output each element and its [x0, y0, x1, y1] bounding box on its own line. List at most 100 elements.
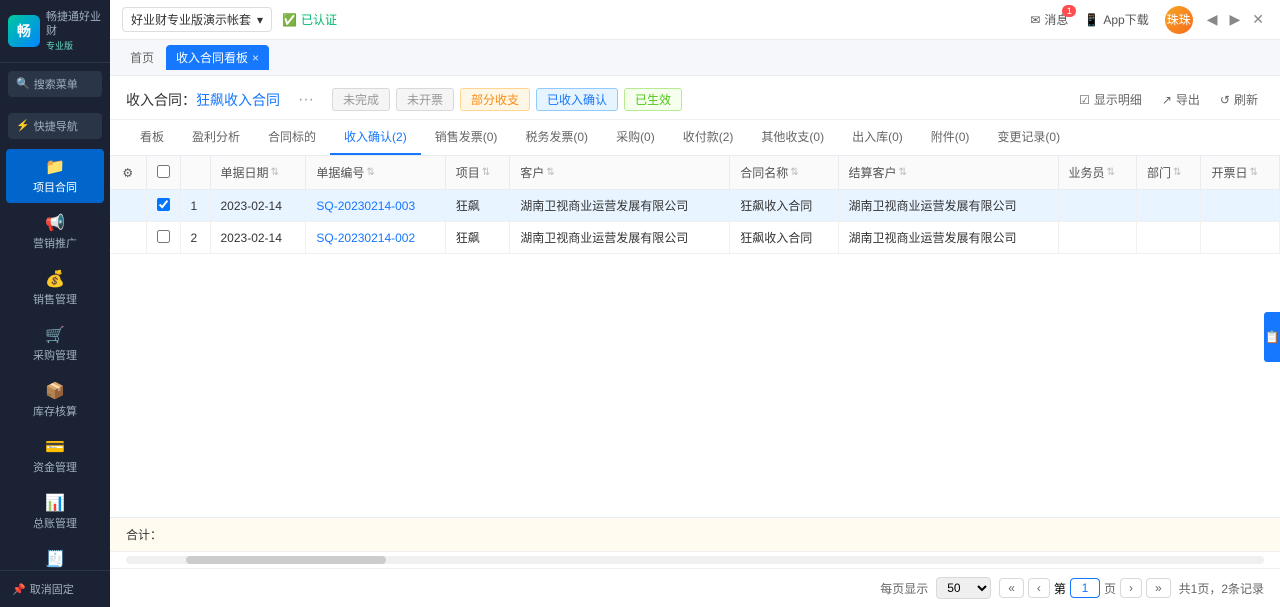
settings-icon[interactable]: ⚙ [122, 166, 133, 180]
col-department-label: 部门 [1147, 164, 1171, 181]
horizontal-scrollbar[interactable] [110, 551, 1280, 568]
col-settlement-customer[interactable]: 结算客户⇅ [838, 156, 1058, 190]
col-customer[interactable]: 客户⇅ [510, 156, 730, 190]
row-doc-no-link-1[interactable]: SQ-20230214-002 [316, 231, 415, 245]
pagination-nav: « ‹ 第 1 页 › » [999, 578, 1170, 598]
action-export[interactable]: ↗导出 [1156, 89, 1206, 110]
action-show-detail[interactable]: ☑显示明细 [1073, 89, 1148, 110]
col-contract-name[interactable]: 合同名称⇅ [730, 156, 838, 190]
row-check-0[interactable] [157, 198, 170, 211]
row-doc-no-1[interactable]: SQ-20230214-002 [306, 222, 445, 254]
subtab-kanban[interactable]: 看板 [126, 120, 178, 155]
col-date-label: 单据日期 [221, 164, 269, 181]
app-download-button[interactable]: 📱 App下载 [1084, 11, 1148, 28]
subtab-other-income[interactable]: 其他收支(0) [747, 120, 838, 155]
row-check-1[interactable] [157, 230, 170, 243]
status-tag-3[interactable]: 已收入确认 [536, 88, 618, 111]
col-department[interactable]: 部门⇅ [1136, 156, 1200, 190]
quick-nav-icon: ⚡ [16, 119, 30, 132]
subtab-attachment[interactable]: 附件(0) [917, 120, 984, 155]
right-panel-toggle[interactable]: 📋 [1264, 312, 1280, 362]
row-no-0: 1 [180, 190, 210, 222]
col-settings[interactable]: ⚙ [110, 156, 146, 190]
sidebar-icon-marketing: 📢 [45, 213, 65, 233]
tab-home[interactable]: 首页 [122, 45, 162, 70]
col-checkbox [146, 156, 180, 190]
col-open-date[interactable]: 开票日⇅ [1201, 156, 1280, 190]
sort-icon: ⇅ [1249, 167, 1257, 178]
search-menu-button[interactable]: 🔍 搜索菜单 [8, 71, 102, 97]
row-opendate-0 [1201, 190, 1280, 222]
logo-badge: 专业版 [46, 39, 102, 52]
sort-icon: ⇅ [1173, 167, 1181, 178]
prev-page-button[interactable]: ‹ [1028, 578, 1050, 598]
subtab-profit[interactable]: 盈利分析 [178, 120, 254, 155]
sidebar-item-purchase[interactable]: 🛒采购管理 [6, 317, 104, 371]
last-page-button[interactable]: » [1146, 578, 1171, 598]
subtab-change-log[interactable]: 变更记录(0) [983, 120, 1074, 155]
sidebar-label-general: 总账管理 [33, 515, 77, 531]
row-settings-1[interactable] [110, 222, 146, 254]
subtab-contract-std[interactable]: 合同标的 [254, 120, 330, 155]
col-date[interactable]: 单据日期⇅ [210, 156, 306, 190]
status-tags: 未完成未开票部分收支已收入确认已生效 [332, 88, 682, 111]
subtab-warehouse[interactable]: 出入库(0) [838, 120, 917, 155]
table-row[interactable]: 1 2023-02-14 SQ-20230214-003 狂飙 湖南卫视商业运营… [110, 190, 1280, 222]
tab-income-board[interactable]: 收入合同看板 × [166, 45, 269, 70]
sidebar-item-inventory[interactable]: 📦库存核算 [6, 373, 104, 427]
company-selector[interactable]: 好业财专业版演示帐套 ▾ [122, 7, 272, 32]
col-salesperson[interactable]: 业务员⇅ [1058, 156, 1136, 190]
next-page-button[interactable]: › [1120, 578, 1142, 598]
row-checkbox-1[interactable] [146, 222, 180, 254]
action-refresh[interactable]: ↺刷新 [1214, 89, 1264, 110]
quick-nav-button[interactable]: ⚡ 快捷导航 [8, 113, 102, 139]
sort-icon: ⇅ [790, 167, 798, 178]
status-tag-4[interactable]: 已生效 [624, 88, 682, 111]
message-button[interactable]: ✉ 消息 1 [1030, 11, 1068, 28]
subtabs: 看板盈利分析合同标的收入确认(2)销售发票(0)税务发票(0)采购(0)收付款(… [110, 120, 1280, 156]
nav-back-button[interactable]: ◀ [1203, 9, 1222, 30]
subtab-payment[interactable]: 收付款(2) [669, 120, 748, 155]
subtab-income-confirm[interactable]: 收入确认(2) [330, 120, 421, 155]
subtab-tax-invoice[interactable]: 税务发票(0) [511, 120, 602, 155]
first-page-button[interactable]: « [999, 578, 1024, 598]
per-page-select[interactable]: 50 20 100 [936, 577, 991, 599]
table-container: ⚙ 单据日期⇅ 单据编号⇅ 项目⇅ [110, 156, 1280, 517]
subtab-sales-invoice[interactable]: 销售发票(0) [421, 120, 512, 155]
row-doc-no-link-0[interactable]: SQ-20230214-003 [316, 199, 415, 213]
col-doc-no[interactable]: 单据编号⇅ [306, 156, 445, 190]
user-avatar[interactable]: 珠珠 [1165, 6, 1193, 34]
sidebar-icon-general: 📊 [45, 493, 65, 513]
col-contract-name-label: 合同名称 [740, 164, 788, 181]
row-doc-no-0[interactable]: SQ-20230214-003 [306, 190, 445, 222]
scrollbar-thumb[interactable] [186, 556, 386, 564]
pin-button[interactable]: 📌 取消固定 [6, 577, 104, 601]
quick-nav-label: 快捷导航 [34, 118, 78, 134]
status-tag-1[interactable]: 未开票 [396, 88, 454, 111]
sidebar: 畅 畅捷通好业财 专业版 🔍 搜索菜单 ⚡ 快捷导航 📁项目合同📢营销推广💰销售… [0, 0, 110, 607]
per-page-label: 每页显示 [880, 580, 928, 597]
table-row[interactable]: 2 2023-02-14 SQ-20230214-002 狂飙 湖南卫视商业运营… [110, 222, 1280, 254]
status-tag-2[interactable]: 部分收支 [460, 88, 530, 111]
status-tag-0[interactable]: 未完成 [332, 88, 390, 111]
row-salesperson-0 [1058, 190, 1136, 222]
sidebar-item-sales[interactable]: 💰销售管理 [6, 261, 104, 315]
select-all-checkbox[interactable] [157, 165, 170, 178]
show-detail-label: 显示明细 [1094, 91, 1142, 108]
nav-forward-button[interactable]: ▶ [1225, 9, 1244, 30]
subtab-purchase[interactable]: 采购(0) [602, 120, 669, 155]
sidebar-item-project[interactable]: 📁项目合同 [6, 149, 104, 203]
more-options-button[interactable]: ··· [298, 91, 314, 109]
row-settings-0[interactable] [110, 190, 146, 222]
tab-close-button[interactable]: × [252, 51, 259, 65]
main-area: 好业财专业版演示帐套 ▾ ✅ 已认证 ✉ 消息 1 📱 App下载 珠珠 ◀ ▶ [110, 0, 1280, 607]
sidebar-item-general[interactable]: 📊 总账管理 [6, 485, 104, 539]
logo-text: 畅捷通好业财 专业版 [46, 10, 102, 52]
col-project[interactable]: 项目⇅ [445, 156, 509, 190]
row-project-1: 狂飙 [445, 222, 509, 254]
sidebar-item-marketing[interactable]: 📢营销推广 [6, 205, 104, 259]
sidebar-item-invoice[interactable]: 🧾发票管理 [6, 541, 104, 570]
nav-close-button[interactable]: ✕ [1248, 9, 1268, 30]
sidebar-item-funds[interactable]: 💳资金管理 [6, 429, 104, 483]
row-checkbox-0[interactable] [146, 190, 180, 222]
